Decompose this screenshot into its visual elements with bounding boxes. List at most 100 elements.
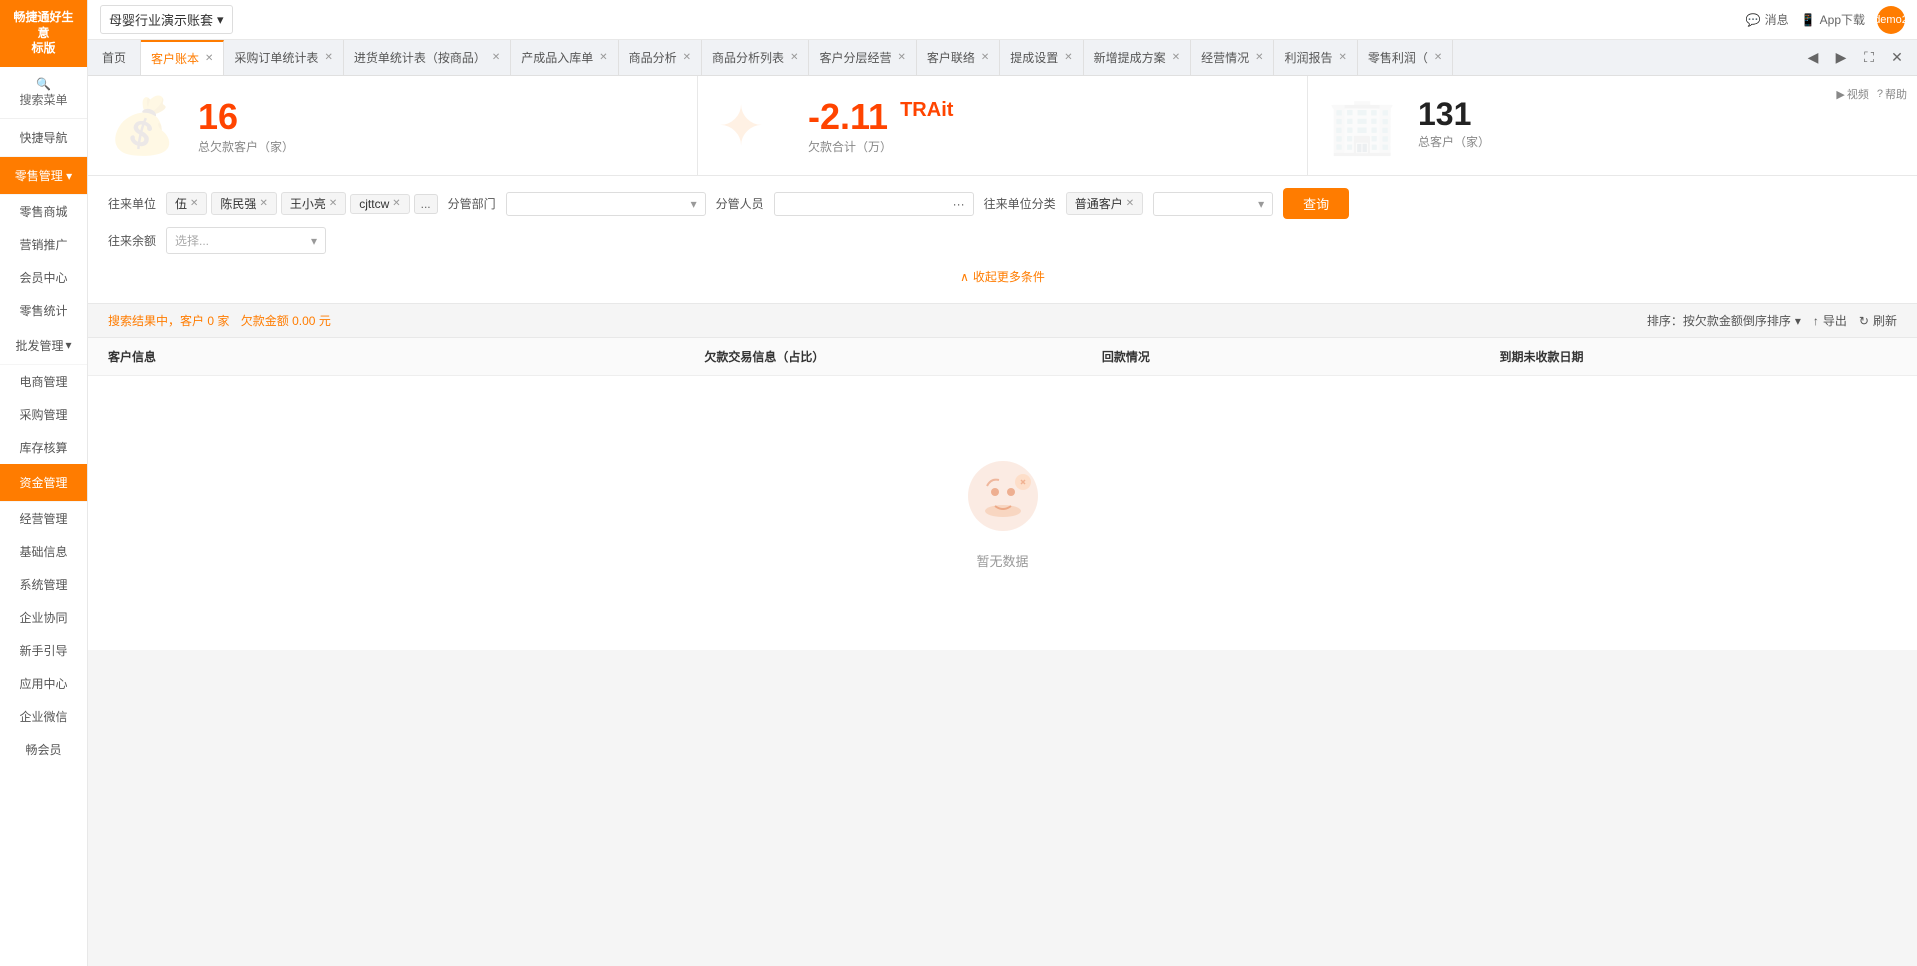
sidebar-item-guide[interactable]: 新手引导 — [0, 634, 87, 667]
sidebar-item-retail-mall[interactable]: 零售商城 — [0, 195, 87, 228]
tab-new-improve[interactable]: 新增提成方案 ✕ — [1084, 40, 1191, 76]
help-link[interactable]: ? 帮助 — [1877, 86, 1907, 102]
unit-filter-tags: 伍 ✕ 陈民强 ✕ 王小亮 ✕ cjttcw ✕ — [166, 192, 438, 215]
sidebar-item-search[interactable]: 🔍 搜索菜单 — [0, 67, 87, 119]
person-select[interactable]: ··· — [774, 192, 974, 216]
tab-prev-btn[interactable]: ◀ — [1801, 46, 1825, 70]
sidebar-item-inventory[interactable]: 库存核算 — [0, 431, 87, 464]
result-info: 搜索结果中，客户 0 家 欠款金额 0.00 元 — [108, 312, 331, 329]
sidebar-item-wechat[interactable]: 企业微信 — [0, 700, 87, 733]
result-actions: 排序：按欠款金额倒序排序 ▾ ↑ 导出 ↻ 刷新 — [1647, 312, 1897, 329]
tab-home[interactable]: 首页 — [88, 40, 141, 76]
stat-bg-icon-2: ✦ — [718, 94, 764, 158]
tab-close-customer-contact[interactable]: ✕ — [981, 52, 989, 63]
selector-arrow: ▾ — [217, 12, 224, 28]
app-download-btn[interactable]: 📱 App下载 — [1801, 11, 1865, 28]
sidebar-item-vip[interactable]: 畅会员 — [0, 733, 87, 766]
video-link[interactable]: ▶ 视频 — [1836, 86, 1868, 102]
tab-retail-profit[interactable]: 零售利润（ ✕ — [1358, 40, 1453, 76]
account-selector[interactable]: 母婴行业演示账套 ▾ — [100, 5, 233, 34]
filter-tag-normal-customer[interactable]: 普通客户 ✕ — [1066, 192, 1143, 215]
tab-close-retail-profit[interactable]: ✕ — [1434, 52, 1442, 63]
col-repayment: 回款情况 — [1102, 348, 1500, 365]
filter-tag-more[interactable]: ... — [414, 194, 438, 214]
tab-customer-contact[interactable]: 客户联络 ✕ — [917, 40, 1000, 76]
stat-total-customers: 🏢 131 总客户（家） ▶ 视频 ? 帮助 — [1308, 76, 1917, 175]
sidebar-item-apps[interactable]: 应用中心 — [0, 667, 87, 700]
tab-close-product-analysis[interactable]: ✕ — [683, 52, 691, 63]
tab-purchase-order[interactable]: 采购订单统计表 ✕ — [224, 40, 343, 76]
sidebar-item-basic[interactable]: 基础信息 — [0, 535, 87, 568]
overdue-amount-label: 欠款合计（万） — [808, 138, 1277, 155]
tab-close-purchase-stat[interactable]: ✕ — [492, 52, 500, 63]
tab-close-improve-settings[interactable]: ✕ — [1064, 52, 1072, 63]
refresh-icon: ↻ — [1859, 314, 1869, 328]
sidebar-item-purchase[interactable]: 采购管理 — [0, 398, 87, 431]
messages-btn[interactable]: 💬 消息 — [1746, 11, 1789, 28]
tab-product-entry[interactable]: 产成品入库单 ✕ — [511, 40, 618, 76]
sidebar-item-retail[interactable]: 零售管理 ▾ — [0, 157, 87, 195]
tab-improve-settings[interactable]: 提成设置 ✕ — [1000, 40, 1083, 76]
user-avatar[interactable]: demo2 — [1877, 6, 1905, 34]
sidebar-item-finance[interactable]: 资金管理 — [0, 464, 87, 502]
tab-next-btn[interactable]: ▶ — [1829, 46, 1853, 70]
stat-overdue-amount: ✦ -2.11 TRAit 欠款合计（万） — [698, 76, 1308, 175]
tab-operation-status[interactable]: 经营情况 ✕ — [1191, 40, 1274, 76]
filter-tag-wu[interactable]: 伍 ✕ — [166, 192, 207, 215]
sort-dropdown[interactable]: 排序：按欠款金额倒序排序 ▾ — [1647, 312, 1801, 329]
tab-product-analysis[interactable]: 商品分析 ✕ — [619, 40, 702, 76]
sidebar-item-member[interactable]: 会员中心 — [0, 261, 87, 294]
tab-close-all-btn[interactable]: ✕ — [1885, 46, 1909, 70]
tab-close-operation-status[interactable]: ✕ — [1255, 52, 1263, 63]
tag-close-cjttcw[interactable]: ✕ — [392, 198, 400, 209]
sidebar-item-system[interactable]: 系统管理 — [0, 568, 87, 601]
total-customers-label: 总客户（家） — [1418, 133, 1887, 150]
tab-customer-account[interactable]: 客户账本 ✕ — [141, 40, 224, 76]
unit-class-tags: 普通客户 ✕ — [1066, 192, 1143, 215]
tab-maximize-btn[interactable]: ⛶ — [1857, 46, 1881, 70]
tag-close-wu[interactable]: ✕ — [190, 198, 198, 209]
tag-close-normal-customer[interactable]: ✕ — [1126, 198, 1134, 209]
tab-close-profit-report[interactable]: ✕ — [1339, 52, 1347, 63]
tag-close-chen[interactable]: ✕ — [259, 198, 267, 209]
overdue-customers-number: 16 — [198, 96, 667, 138]
tab-customer-segment[interactable]: 客户分层经营 ✕ — [809, 40, 916, 76]
tab-close-product-analysis-list[interactable]: ✕ — [790, 52, 798, 63]
sidebar-item-ecommerce[interactable]: 电商管理 — [0, 365, 87, 398]
tab-close-new-improve[interactable]: ✕ — [1172, 52, 1180, 63]
tab-profit-report[interactable]: 利润报告 ✕ — [1274, 40, 1357, 76]
filter-tag-cjttcw[interactable]: cjttcw ✕ — [350, 194, 409, 214]
filter-area: 往来单位 伍 ✕ 陈民强 ✕ 王小亮 ✕ cjttcw — [88, 176, 1917, 304]
filter-tag-chen[interactable]: 陈民强 ✕ — [211, 192, 276, 215]
sidebar-logo[interactable]: 畅捷通好生意 标版 — [0, 0, 87, 67]
tab-close-customer-segment[interactable]: ✕ — [897, 52, 905, 63]
collapse-btn[interactable]: ∧ 收起更多条件 — [108, 262, 1897, 291]
total-customers-number: 131 — [1418, 96, 1887, 133]
tag-close-wang[interactable]: ✕ — [329, 198, 337, 209]
refresh-btn[interactable]: ↻ 刷新 — [1859, 312, 1897, 329]
tab-close-product-entry[interactable]: ✕ — [599, 52, 607, 63]
sidebar-item-quick-nav[interactable]: 快捷导航 — [0, 119, 87, 157]
overdue-amount-trait: TRAit — [900, 99, 953, 121]
empty-state: 暂无数据 — [88, 376, 1917, 650]
unit-class-select[interactable]: ▾ — [1153, 192, 1273, 216]
dept-select[interactable]: ▾ — [506, 192, 706, 216]
sidebar-item-marketing[interactable]: 营销推广 — [0, 228, 87, 261]
dept-filter-label: 分管部门 — [448, 195, 496, 212]
query-button[interactable]: 查询 — [1283, 188, 1349, 219]
stat-card-links: ▶ 视频 ? 帮助 — [1836, 86, 1907, 102]
stats-row: 💰 16 总欠款客户（家） ✦ -2.11 TRAit 欠款合计（万） — [88, 76, 1917, 176]
download-icon: 📱 — [1801, 13, 1816, 27]
tab-close-customer-account[interactable]: ✕ — [205, 53, 213, 64]
tab-product-analysis-list[interactable]: 商品分析列表 ✕ — [702, 40, 809, 76]
sidebar-item-operation[interactable]: 经营管理 — [0, 502, 87, 535]
tab-close-purchase-order[interactable]: ✕ — [324, 52, 332, 63]
tab-purchase-stat[interactable]: 进货单统计表（按商品） ✕ — [344, 40, 511, 76]
sidebar-item-enterprise[interactable]: 企业协同 — [0, 601, 87, 634]
sidebar-item-batch[interactable]: 批发管理 ▾ — [0, 327, 87, 365]
export-btn[interactable]: ↑ 导出 — [1813, 312, 1847, 329]
balance-select[interactable]: 选择... ▾ — [166, 227, 326, 254]
stat-overdue-customers: 💰 16 总欠款客户（家） — [88, 76, 698, 175]
filter-tag-wang[interactable]: 王小亮 ✕ — [281, 192, 346, 215]
sidebar-item-retail-stat[interactable]: 零售统计 — [0, 294, 87, 327]
